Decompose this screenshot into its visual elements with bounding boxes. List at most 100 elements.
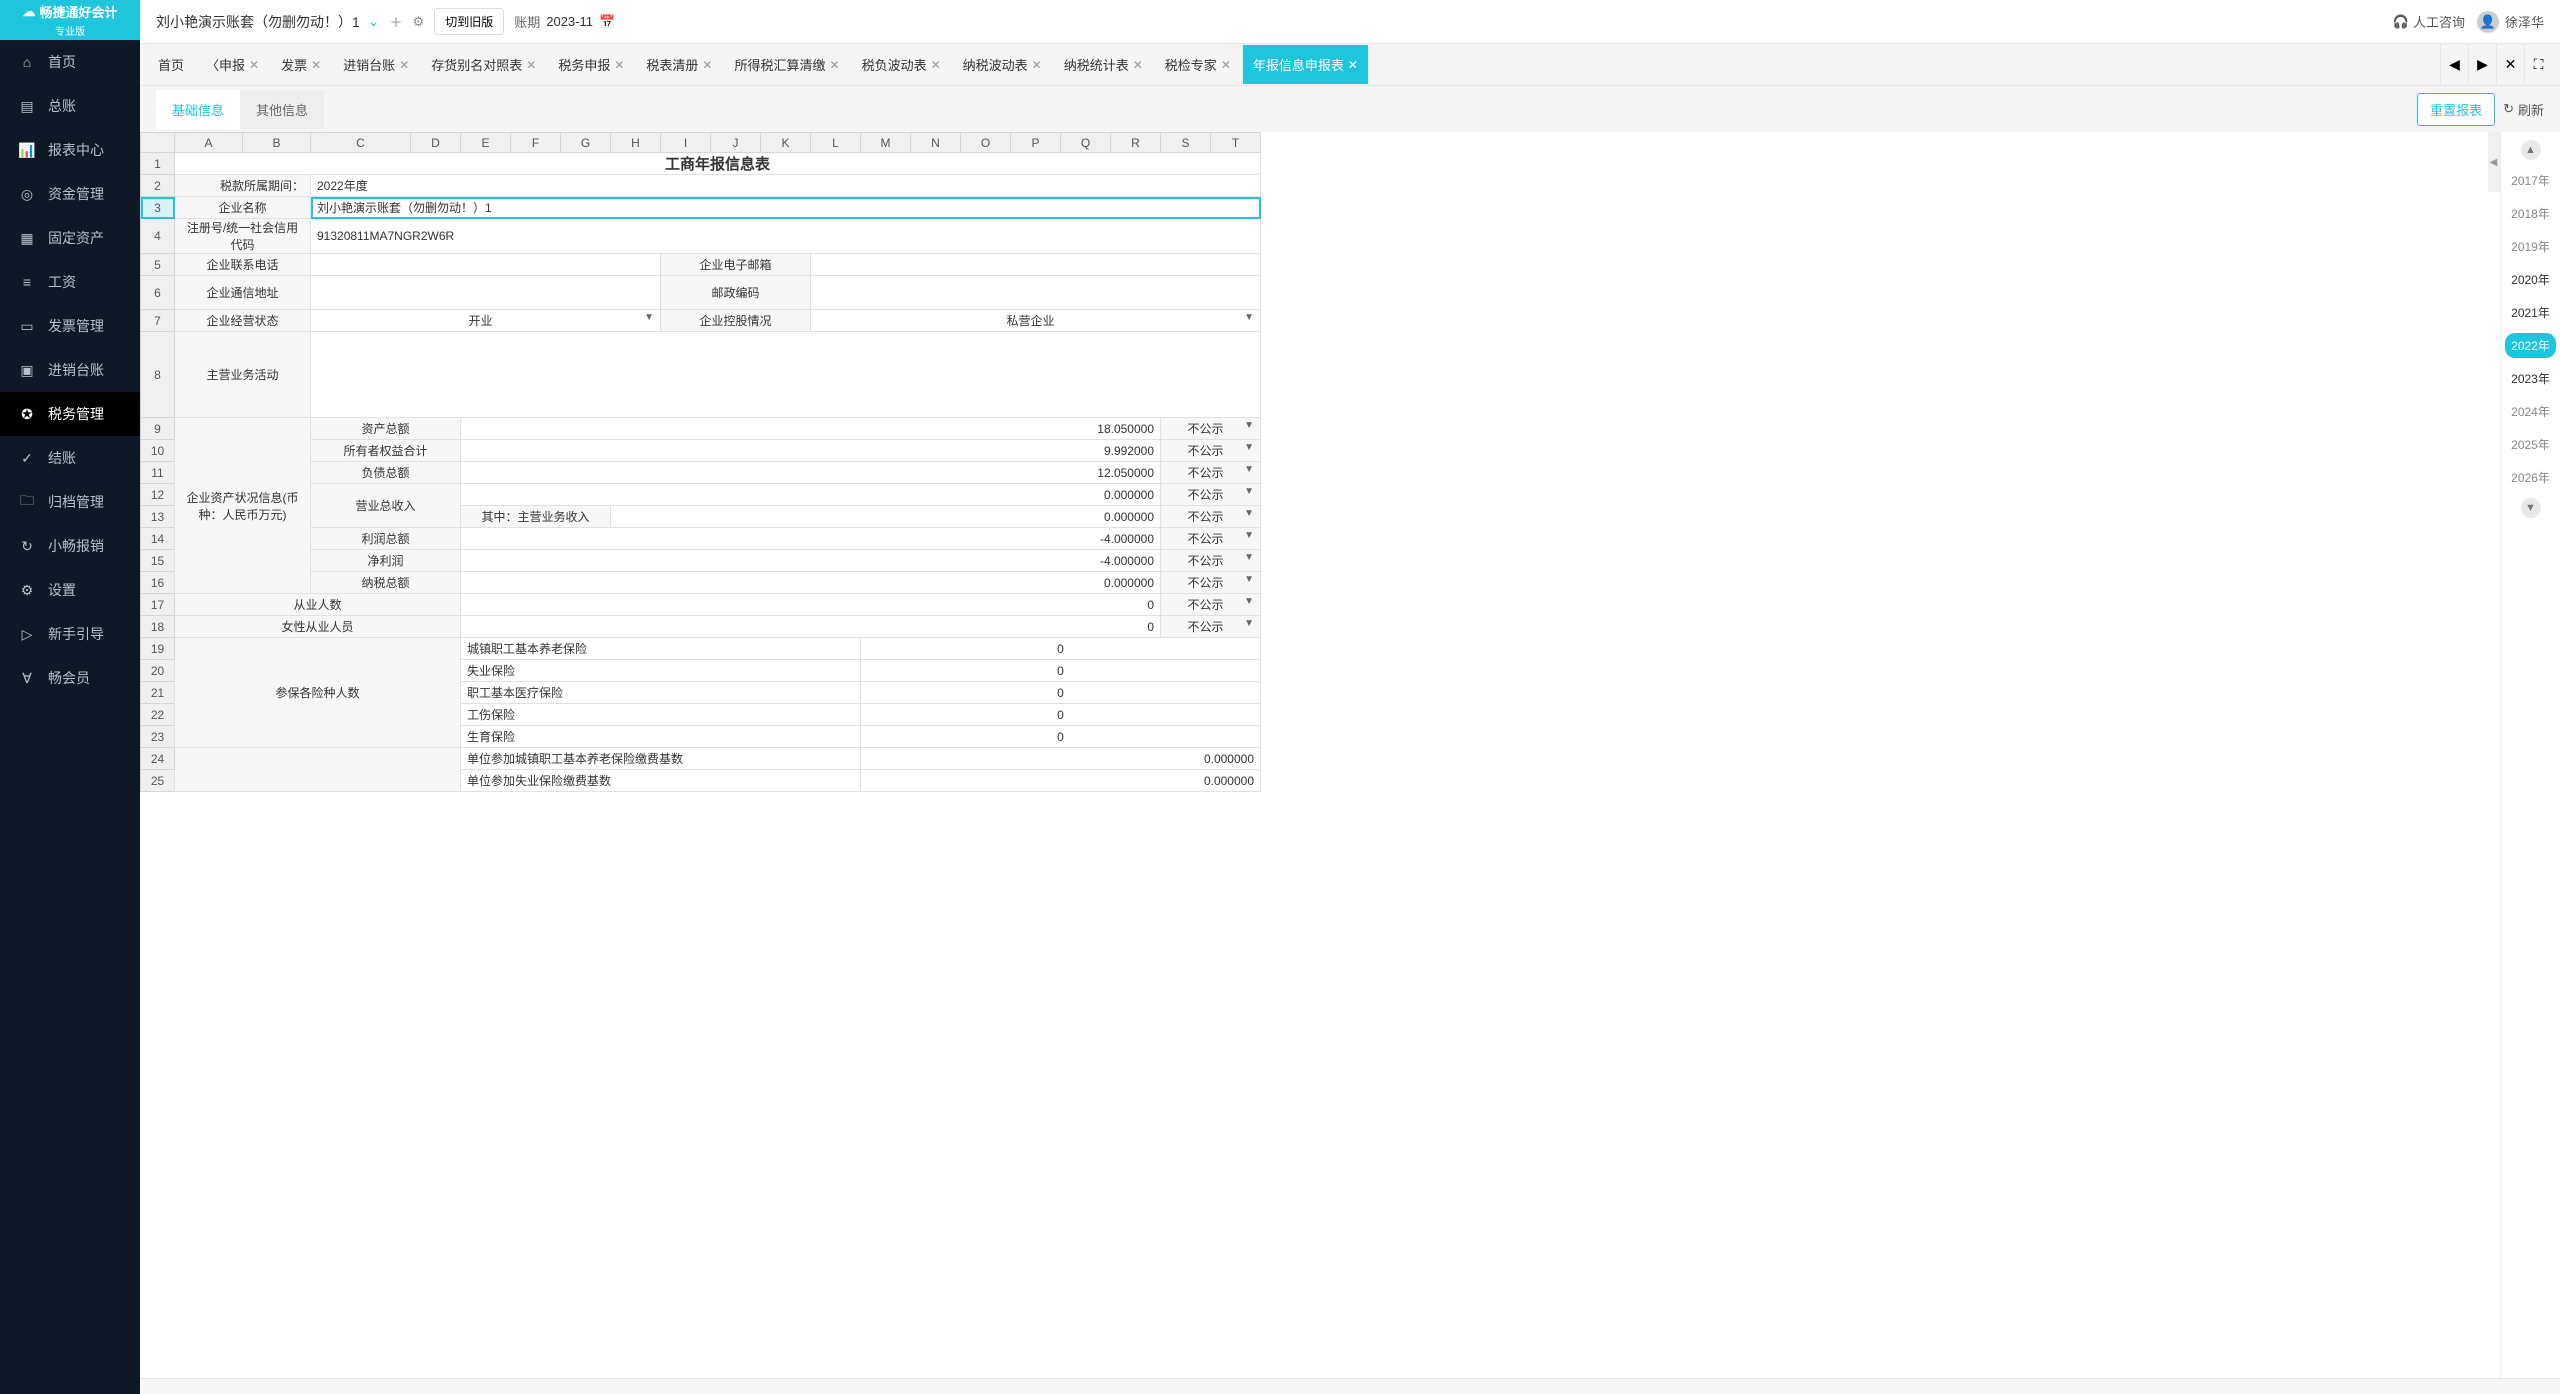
col-head-S[interactable]: S	[1161, 133, 1211, 153]
col-head-F[interactable]: F	[511, 133, 561, 153]
close-icon[interactable]: ✕	[311, 58, 321, 72]
add-icon[interactable]: ＋	[390, 12, 403, 31]
refresh-button[interactable]: ↻刷新	[2503, 93, 2544, 126]
row-head-1[interactable]: 1	[141, 153, 175, 175]
col-head-L[interactable]: L	[811, 133, 861, 153]
close-icon[interactable]: ✕	[931, 58, 941, 72]
insurance-value[interactable]: 0	[861, 704, 1261, 726]
nav-item-发票管理[interactable]: ▭发票管理	[0, 304, 140, 348]
tab-税负波动表[interactable]: 税负波动表✕	[852, 45, 951, 84]
female-value[interactable]: 0	[461, 616, 1161, 638]
address-value[interactable]	[311, 276, 661, 310]
publish-cell[interactable]: 不公示▼	[1161, 440, 1261, 462]
publish-cell[interactable]: 不公示▼	[1161, 594, 1261, 616]
emp-count-value[interactable]: 0	[461, 594, 1161, 616]
tab-发票[interactable]: 发票✕	[271, 45, 331, 84]
close-icon[interactable]: ✕	[249, 58, 259, 72]
insurance-value[interactable]: 0	[861, 660, 1261, 682]
main-biz-value[interactable]	[311, 332, 1261, 418]
phone-value[interactable]	[311, 254, 661, 276]
row-head-24[interactable]: 24	[141, 748, 175, 770]
entity-name-value[interactable]: 刘小艳演示账套（勿删勿动！）1	[311, 197, 1261, 219]
row-head-7[interactable]: 7	[141, 310, 175, 332]
tab-进销台账[interactable]: 进销台账✕	[333, 45, 419, 84]
row-head-11[interactable]: 11	[141, 462, 175, 484]
year-panel-collapse[interactable]: ◀	[2488, 132, 2500, 192]
insurance-value[interactable]: 0	[861, 638, 1261, 660]
row-head-2[interactable]: 2	[141, 175, 175, 197]
close-icon[interactable]: ✕	[702, 58, 712, 72]
publish-cell[interactable]: 不公示▼	[1161, 506, 1261, 528]
year-2023年[interactable]: 2023年	[2505, 366, 2556, 391]
nav-item-首页[interactable]: ⌂首页	[0, 40, 140, 84]
row-head-21[interactable]: 21	[141, 682, 175, 704]
account-selector[interactable]: 刘小艳演示账套（勿删勿动！）1 ⌄	[156, 12, 380, 32]
nav-item-进销台账[interactable]: ▣进销台账	[0, 348, 140, 392]
nav-item-畅会员[interactable]: ∀畅会员	[0, 656, 140, 700]
user-menu[interactable]: 👤 徐泽华	[2477, 11, 2544, 33]
fin-sub-value[interactable]: 0.000000	[611, 506, 1161, 528]
close-icon[interactable]: ✕	[1348, 58, 1358, 72]
col-head-E[interactable]: E	[461, 133, 511, 153]
col-head-K[interactable]: K	[761, 133, 811, 153]
horizontal-scrollbar[interactable]	[140, 1378, 2560, 1394]
year-2024年[interactable]: 2024年	[2505, 399, 2556, 424]
row-head-17[interactable]: 17	[141, 594, 175, 616]
row-head-8[interactable]: 8	[141, 332, 175, 418]
nav-item-新手引导[interactable]: ▷新手引导	[0, 612, 140, 656]
year-2020年[interactable]: 2020年	[2505, 267, 2556, 292]
tab-所得税汇算清缴[interactable]: 所得税汇算清缴✕	[724, 45, 849, 84]
sub-tab-基础信息[interactable]: 基础信息	[156, 90, 240, 129]
publish-cell[interactable]: 不公示▼	[1161, 462, 1261, 484]
switch-old-button[interactable]: 切到旧版	[434, 8, 504, 35]
row-head-4[interactable]: 4	[141, 219, 175, 254]
col-head-P[interactable]: P	[1011, 133, 1061, 153]
row-head-19[interactable]: 19	[141, 638, 175, 660]
row-head-5[interactable]: 5	[141, 254, 175, 276]
publish-cell[interactable]: 不公示▼	[1161, 616, 1261, 638]
tabs-next-button[interactable]: ▶	[2468, 44, 2496, 85]
base-value[interactable]: 0.000000	[861, 748, 1261, 770]
col-head-J[interactable]: J	[711, 133, 761, 153]
status-value[interactable]: 开业▼	[311, 310, 661, 332]
row-head-22[interactable]: 22	[141, 704, 175, 726]
tabs-prev-button[interactable]: ◀	[2440, 44, 2468, 85]
tab-首页[interactable]: 首页	[148, 45, 194, 84]
fin-value[interactable]: 12.050000	[461, 462, 1161, 484]
tab-税检专家[interactable]: 税检专家✕	[1155, 45, 1241, 84]
row-head-6[interactable]: 6	[141, 276, 175, 310]
support-link[interactable]: 🎧人工咨询	[2393, 12, 2465, 31]
col-head-G[interactable]: G	[561, 133, 611, 153]
nav-item-资金管理[interactable]: ◎资金管理	[0, 172, 140, 216]
sub-tab-其他信息[interactable]: 其他信息	[240, 90, 324, 129]
tab-纳税波动表[interactable]: 纳税波动表✕	[953, 45, 1052, 84]
row-head-16[interactable]: 16	[141, 572, 175, 594]
col-head-D[interactable]: D	[411, 133, 461, 153]
year-2026年[interactable]: 2026年	[2505, 465, 2556, 490]
tab-存货别名对照表[interactable]: 存货别名对照表✕	[421, 45, 546, 84]
row-head-10[interactable]: 10	[141, 440, 175, 462]
nav-item-税务管理[interactable]: ✪税务管理	[0, 392, 140, 436]
col-head-N[interactable]: N	[911, 133, 961, 153]
row-head-23[interactable]: 23	[141, 726, 175, 748]
col-head-M[interactable]: M	[861, 133, 911, 153]
row-head-18[interactable]: 18	[141, 616, 175, 638]
fin-value[interactable]: 0.000000	[461, 484, 1161, 506]
col-head-H[interactable]: H	[611, 133, 661, 153]
year-down-button[interactable]: ▼	[2521, 498, 2541, 518]
close-icon[interactable]: ✕	[830, 58, 840, 72]
insurance-value[interactable]: 0	[861, 726, 1261, 748]
col-head-B[interactable]: B	[243, 133, 311, 153]
nav-item-报表中心[interactable]: 📊报表中心	[0, 128, 140, 172]
publish-cell[interactable]: 不公示▼	[1161, 572, 1261, 594]
year-2025年[interactable]: 2025年	[2505, 432, 2556, 457]
fullscreen-button[interactable]: ⛶	[2524, 44, 2552, 85]
nav-item-小畅报销[interactable]: ↻小畅报销	[0, 524, 140, 568]
year-up-button[interactable]: ▲	[2521, 140, 2541, 160]
nav-item-设置[interactable]: ⚙设置	[0, 568, 140, 612]
gear-icon[interactable]: ⚙	[413, 14, 425, 30]
publish-cell[interactable]: 不公示▼	[1161, 528, 1261, 550]
col-head-I[interactable]: I	[661, 133, 711, 153]
fin-value[interactable]: -4.000000	[461, 528, 1161, 550]
col-head-A[interactable]: A	[175, 133, 243, 153]
